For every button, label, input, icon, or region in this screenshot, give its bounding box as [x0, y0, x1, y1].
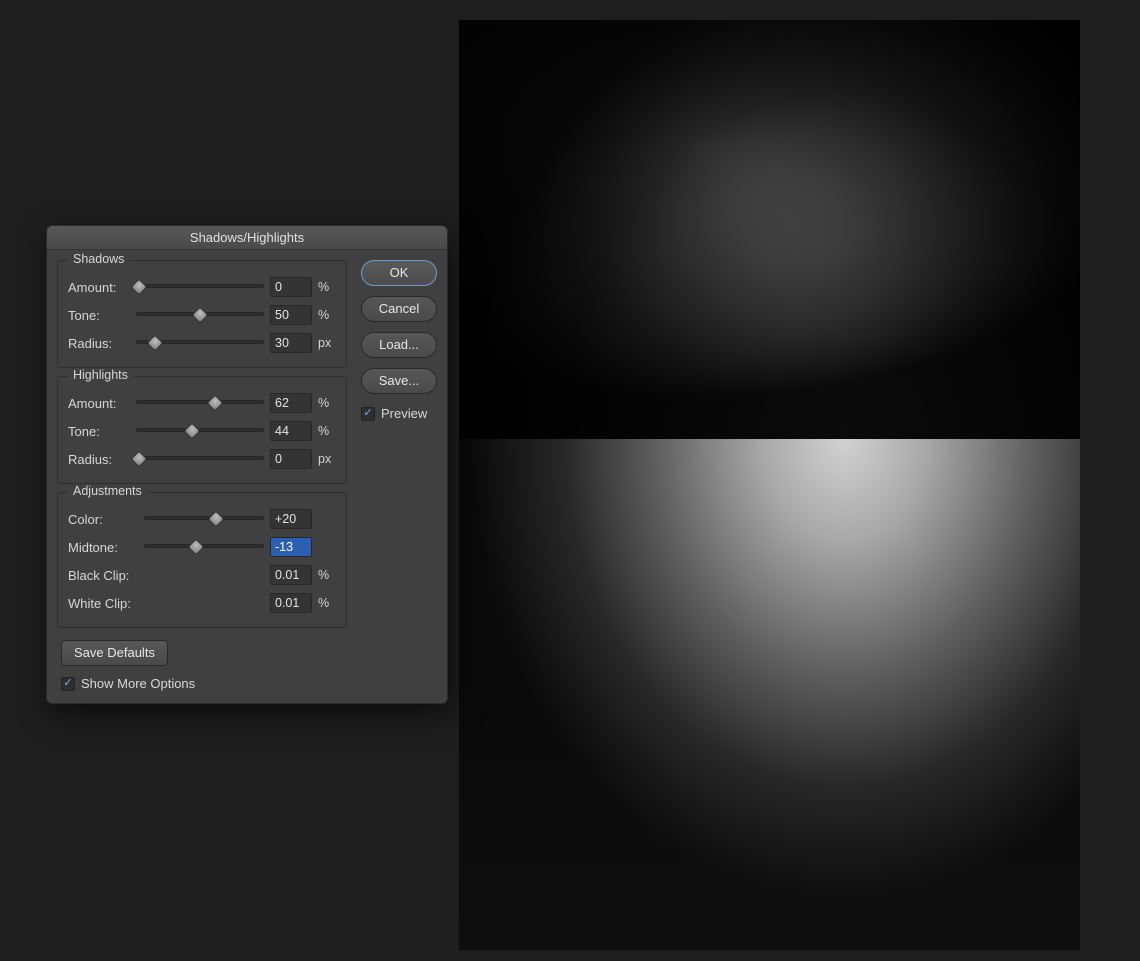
highlights-radius-input[interactable]: 0 — [270, 449, 312, 469]
slider-thumb-icon[interactable] — [207, 395, 224, 412]
highlights-amount-slider[interactable] — [136, 395, 264, 411]
shadows-radius-row: Radius: 30 px — [68, 329, 336, 357]
shadows-legend: Shadows — [68, 252, 129, 266]
highlights-tone-input[interactable]: 44 — [270, 421, 312, 441]
shadows-highlights-dialog: Shadows/Highlights Shadows Amount: 0 % T… — [46, 225, 448, 704]
shadows-amount-row: Amount: 0 % — [68, 273, 336, 301]
black-clip-input[interactable]: 0.01 — [270, 565, 312, 585]
highlights-tone-row: Tone: 44 % — [68, 417, 336, 445]
show-more-options-checkbox[interactable] — [61, 677, 75, 691]
save-defaults-button[interactable]: Save Defaults — [61, 640, 168, 666]
black-clip-label: Black Clip: — [68, 568, 138, 583]
slider-thumb-icon[interactable] — [130, 451, 147, 468]
shadows-tone-unit: % — [318, 308, 336, 322]
shadows-amount-slider[interactable] — [136, 279, 264, 295]
shadows-amount-unit: % — [318, 280, 336, 294]
highlights-amount-unit: % — [318, 396, 336, 410]
white-clip-input[interactable]: 0.01 — [270, 593, 312, 613]
ok-button[interactable]: OK — [361, 260, 437, 286]
color-input[interactable]: +20 — [270, 509, 312, 529]
black-clip-row: Black Clip: 0.01 % — [68, 561, 336, 589]
shadows-radius-unit: px — [318, 336, 336, 350]
highlights-amount-row: Amount: 62 % — [68, 389, 336, 417]
highlights-amount-input[interactable]: 62 — [270, 393, 312, 413]
cancel-button[interactable]: Cancel — [361, 296, 437, 322]
slider-thumb-icon[interactable] — [208, 511, 225, 528]
shadows-amount-input[interactable]: 0 — [270, 277, 312, 297]
shadows-radius-input[interactable]: 30 — [270, 333, 312, 353]
white-clip-row: White Clip: 0.01 % — [68, 589, 336, 617]
preview-label: Preview — [381, 406, 427, 421]
dialog-controls-column: Shadows Amount: 0 % Tone: — [57, 260, 347, 691]
color-label: Color: — [68, 512, 138, 527]
preview-checkbox[interactable] — [361, 407, 375, 421]
adjustments-group: Adjustments Color: +20 Midtone: — [57, 492, 347, 628]
midtone-slider[interactable] — [144, 539, 264, 555]
slider-thumb-icon[interactable] — [147, 335, 164, 352]
document-canvas[interactable] — [459, 20, 1080, 950]
show-more-options-label: Show More Options — [81, 676, 195, 691]
shadows-tone-label: Tone: — [68, 308, 130, 323]
midtone-input[interactable]: -13 — [270, 537, 312, 557]
shadows-tone-slider[interactable] — [136, 307, 264, 323]
white-clip-unit: % — [318, 596, 336, 610]
preview-row[interactable]: Preview — [361, 406, 437, 421]
highlights-radius-slider[interactable] — [136, 451, 264, 467]
shadows-tone-row: Tone: 50 % — [68, 301, 336, 329]
highlights-tone-unit: % — [318, 424, 336, 438]
slider-thumb-icon[interactable] — [192, 307, 209, 324]
load-button[interactable]: Load... — [361, 332, 437, 358]
shadows-radius-slider[interactable] — [136, 335, 264, 351]
dialog-body: Shadows Amount: 0 % Tone: — [47, 250, 447, 703]
highlights-legend: Highlights — [68, 368, 133, 382]
midtone-row: Midtone: -13 — [68, 533, 336, 561]
shadows-tone-input[interactable]: 50 — [270, 305, 312, 325]
highlights-tone-label: Tone: — [68, 424, 130, 439]
highlights-group: Highlights Amount: 62 % Tone: — [57, 376, 347, 484]
show-more-options-row[interactable]: Show More Options — [61, 676, 347, 691]
save-button[interactable]: Save... — [361, 368, 437, 394]
shadows-group: Shadows Amount: 0 % Tone: — [57, 260, 347, 368]
midtone-label: Midtone: — [68, 540, 138, 555]
shadows-radius-label: Radius: — [68, 336, 130, 351]
adjustments-legend: Adjustments — [68, 484, 147, 498]
highlights-radius-row: Radius: 0 px — [68, 445, 336, 473]
white-clip-label: White Clip: — [68, 596, 138, 611]
highlights-radius-label: Radius: — [68, 452, 130, 467]
shadows-amount-label: Amount: — [68, 280, 130, 295]
highlights-amount-label: Amount: — [68, 396, 130, 411]
slider-thumb-icon[interactable] — [130, 279, 147, 296]
highlights-radius-unit: px — [318, 452, 336, 466]
color-slider[interactable] — [144, 511, 264, 527]
slider-thumb-icon[interactable] — [184, 423, 201, 440]
slider-thumb-icon[interactable] — [187, 539, 204, 556]
dialog-title: Shadows/Highlights — [47, 226, 447, 250]
black-clip-unit: % — [318, 568, 336, 582]
color-row: Color: +20 — [68, 505, 336, 533]
dialog-side-buttons: OK Cancel Load... Save... Preview — [361, 260, 437, 691]
highlights-tone-slider[interactable] — [136, 423, 264, 439]
